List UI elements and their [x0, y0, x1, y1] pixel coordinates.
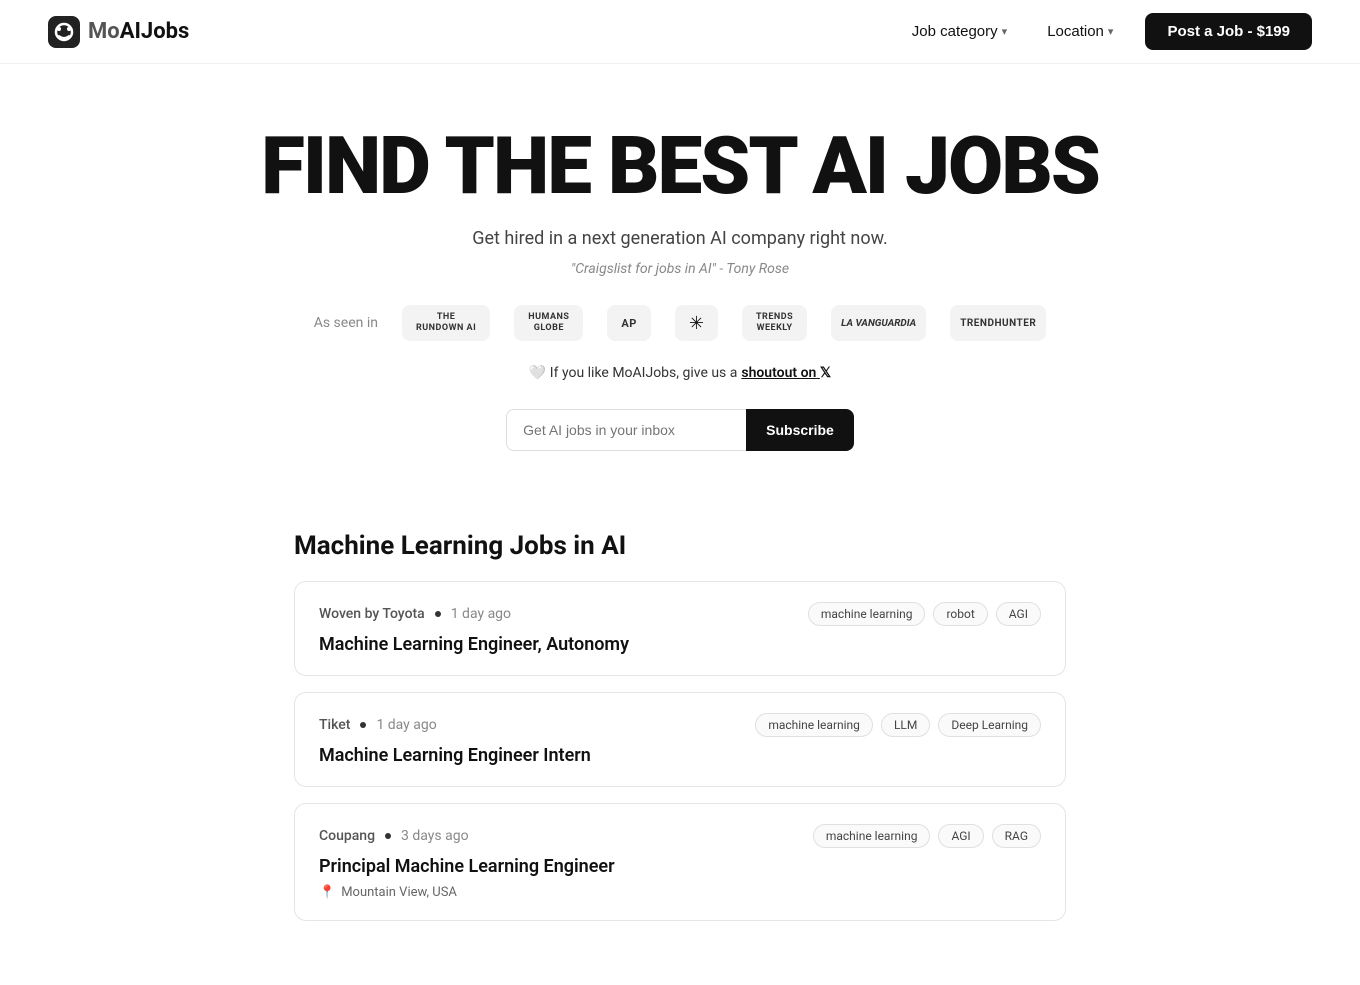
job-meta: Coupang 3 days ago	[319, 828, 469, 844]
nav-actions: Job category ▾ Location ▾ Post a Job - $…	[896, 13, 1312, 50]
tag: machine learning	[808, 602, 926, 626]
media-logo-rundown: THERUNDOWN AI	[402, 305, 490, 341]
media-logo-humans-globe: HUMANSGLOBE	[514, 305, 583, 341]
location-button[interactable]: Location ▾	[1031, 15, 1129, 48]
hero-section: FIND THE BEST AI JOBS Get hired in a nex…	[0, 64, 1360, 531]
media-logo-ap: AP	[607, 305, 650, 341]
hero-title: FIND THE BEST AI JOBS	[24, 124, 1336, 208]
tag: AGI	[938, 824, 983, 848]
hero-subtitle: Get hired in a next generation AI compan…	[24, 228, 1336, 249]
time-ago: 3 days ago	[401, 828, 469, 844]
logo-icon	[48, 16, 80, 48]
media-logo-star: ✳	[675, 305, 718, 341]
time-ago: 1 day ago	[451, 606, 511, 622]
location-label: Location	[1047, 23, 1104, 40]
dot-separator	[360, 722, 366, 728]
job-tags: machine learning LLM Deep Learning	[755, 713, 1041, 737]
job-title: Principal Machine Learning Engineer	[319, 856, 1041, 877]
jobs-section: Machine Learning Jobs in AI Woven by Toy…	[270, 531, 1090, 985]
job-category-button[interactable]: Job category ▾	[896, 15, 1023, 48]
job-card[interactable]: Woven by Toyota 1 day ago machine learni…	[294, 581, 1066, 676]
job-card[interactable]: Coupang 3 days ago machine learning AGI …	[294, 803, 1066, 921]
logo-text: MoAIJobs	[88, 19, 189, 44]
location-text: Mountain View, USA	[341, 885, 457, 900]
tag: machine learning	[813, 824, 931, 848]
job-card[interactable]: Tiket 1 day ago machine learning LLM Dee…	[294, 692, 1066, 787]
media-logo-trends-weekly: TRENDSWEEKLY	[742, 305, 807, 341]
media-logo-la-vanguardia: La Vanguardia	[831, 305, 926, 341]
shoutout-prefix: 🤍 If you like MoAIJobs, give us a	[529, 365, 737, 381]
job-meta: Woven by Toyota 1 day ago	[319, 606, 511, 622]
time-ago: 1 day ago	[376, 717, 436, 733]
tag: RAG	[992, 824, 1041, 848]
company-name: Tiket	[319, 717, 350, 733]
company-name: Woven by Toyota	[319, 606, 425, 622]
subscribe-button[interactable]: Subscribe	[746, 409, 854, 451]
shoutout-link-text: shoutout on	[741, 365, 816, 381]
post-job-button[interactable]: Post a Job - $199	[1145, 13, 1312, 50]
tag: machine learning	[755, 713, 873, 737]
job-card-top: Tiket 1 day ago machine learning LLM Dee…	[319, 713, 1041, 737]
navbar: MoAIJobs Job category ▾ Location ▾ Post …	[0, 0, 1360, 64]
tag: AGI	[996, 602, 1041, 626]
job-title: Machine Learning Engineer Intern	[319, 745, 1041, 766]
hero-quote: "Craigslist for jobs in AI" - Tony Rose	[24, 261, 1336, 277]
media-logo-trendhunter: TRENDHUNTER	[950, 305, 1046, 341]
job-card-top: Coupang 3 days ago machine learning AGI …	[319, 824, 1041, 848]
chevron-down-icon: ▾	[1002, 25, 1008, 38]
job-tags: machine learning AGI RAG	[813, 824, 1041, 848]
job-meta: Tiket 1 day ago	[319, 717, 437, 733]
job-category-label: Job category	[912, 23, 998, 40]
tag: Deep Learning	[938, 713, 1041, 737]
location-pin-icon: 📍	[319, 885, 335, 900]
x-icon: 𝕏	[820, 365, 831, 381]
as-seen-row: As seen in THERUNDOWN AI HUMANSGLOBE AP …	[24, 305, 1336, 341]
section-title: Machine Learning Jobs in AI	[294, 531, 1066, 561]
chevron-down-icon: ▾	[1108, 25, 1114, 38]
job-tags: machine learning robot AGI	[808, 602, 1041, 626]
job-location: 📍 Mountain View, USA	[319, 885, 1041, 900]
logo[interactable]: MoAIJobs	[48, 16, 189, 48]
subscribe-row: Subscribe	[24, 409, 1336, 451]
company-name: Coupang	[319, 828, 375, 844]
tag: robot	[933, 602, 987, 626]
shoutout-link[interactable]: shoutout on 𝕏	[741, 365, 831, 381]
dot-separator	[435, 611, 441, 617]
tag: LLM	[881, 713, 930, 737]
subscribe-input[interactable]	[506, 409, 746, 451]
as-seen-label: As seen in	[314, 315, 378, 331]
shoutout-line: 🤍 If you like MoAIJobs, give us a shouto…	[24, 365, 1336, 381]
job-title: Machine Learning Engineer, Autonomy	[319, 634, 1041, 655]
job-card-top: Woven by Toyota 1 day ago machine learni…	[319, 602, 1041, 626]
dot-separator	[385, 833, 391, 839]
